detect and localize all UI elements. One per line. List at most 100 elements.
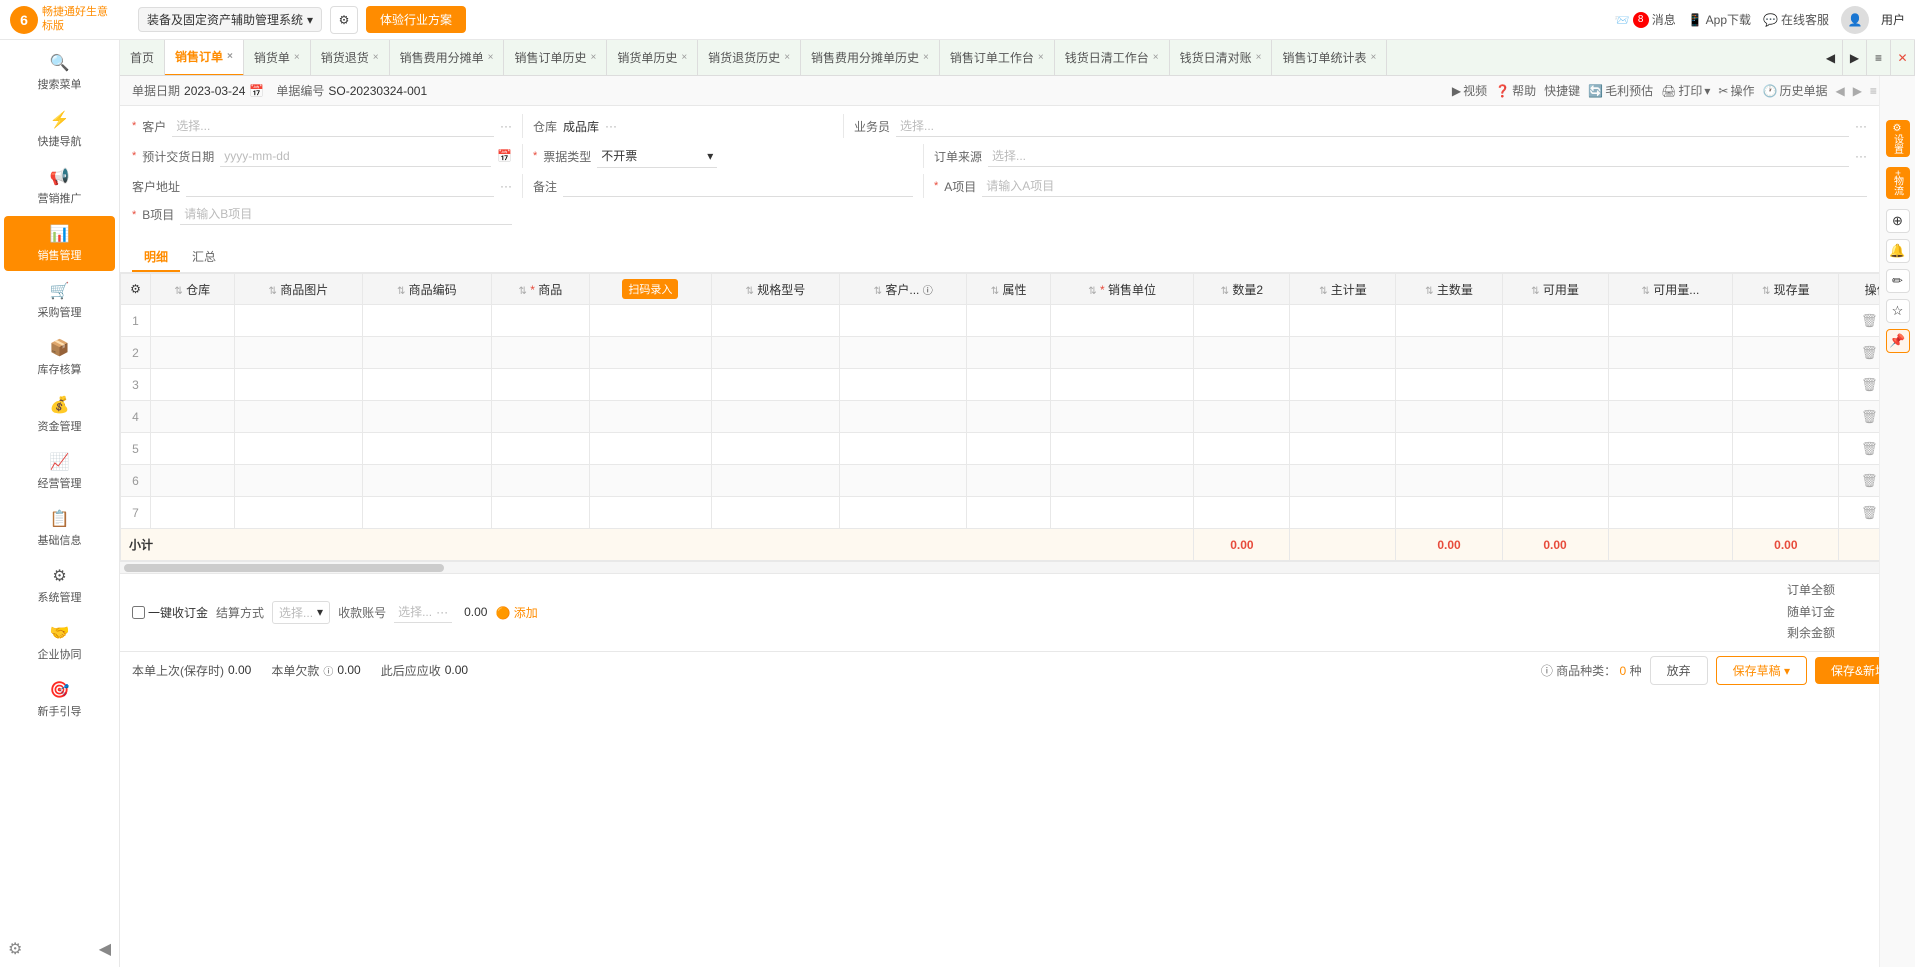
tab-menu-btn[interactable]: ≡ [1867, 40, 1891, 76]
tab-sales-invoice[interactable]: 销货单 × [244, 40, 311, 76]
save-draft-btn[interactable]: 保存草稿 ▾ [1716, 656, 1807, 685]
row-product-code[interactable] [363, 401, 491, 433]
tab-sales-order-history[interactable]: 销售订单历史 × [504, 40, 607, 76]
system-selector[interactable]: 装备及固定资产辅助管理系统 ▾ [138, 7, 322, 32]
row-attribute[interactable] [967, 497, 1051, 529]
discard-btn[interactable]: 放弃 [1650, 656, 1708, 685]
row-product[interactable] [491, 465, 590, 497]
tab-close-icon5[interactable]: × [590, 52, 596, 63]
row-sales-unit[interactable] [1050, 369, 1193, 401]
row-attribute[interactable] [967, 305, 1051, 337]
tab-sales-stats[interactable]: 销售订单统计表 × [1272, 40, 1387, 76]
tab-close-icon2[interactable]: × [294, 52, 300, 63]
row-product[interactable] [491, 369, 590, 401]
row-spec[interactable] [711, 401, 839, 433]
draft-dropdown-icon[interactable]: ▾ [1784, 664, 1790, 678]
customer-more-icon[interactable]: ··· [500, 119, 512, 133]
right-panel-icon4[interactable]: ☆ [1886, 299, 1910, 323]
row-warehouse[interactable] [151, 401, 235, 433]
row-main-qty[interactable] [1396, 401, 1502, 433]
quick-settle-checkbox[interactable]: 一键收订金 [132, 604, 208, 621]
row-main-qty[interactable] [1396, 433, 1502, 465]
delivery-date-input[interactable] [220, 146, 491, 167]
tab-order-workbench[interactable]: 销售订单工作台 × [940, 40, 1055, 76]
row-attribute[interactable] [967, 401, 1051, 433]
tab-return-history[interactable]: 销货退货历史 × [698, 40, 801, 76]
row-attribute[interactable] [967, 369, 1051, 401]
quick-settle-check[interactable] [132, 606, 145, 619]
settle-method-select[interactable]: 选择... ▾ [272, 601, 330, 624]
user-avatar[interactable]: 👤 [1841, 6, 1869, 34]
delete-icon[interactable]: 🗑 [1861, 409, 1878, 425]
row-main-qty[interactable] [1396, 369, 1502, 401]
logistics-btn[interactable]: +物流 [1886, 167, 1910, 199]
row-product-code[interactable] [363, 433, 491, 465]
row-quantity2[interactable] [1194, 465, 1290, 497]
sidebar-item-basics[interactable]: 📋 基础信息 [4, 501, 115, 556]
row-spec[interactable] [711, 465, 839, 497]
address-more-icon[interactable]: ··· [500, 179, 512, 193]
row-sales-unit[interactable] [1050, 401, 1193, 433]
settings-side-btn[interactable]: ⚙设置 [1886, 120, 1910, 157]
row-sales-unit[interactable] [1050, 497, 1193, 529]
tab-close-icon3[interactable]: × [373, 52, 379, 63]
row-sales-unit[interactable] [1050, 305, 1193, 337]
row-customer-field[interactable] [840, 497, 967, 529]
row-warehouse[interactable] [151, 305, 235, 337]
row-main-qty[interactable] [1396, 337, 1502, 369]
order-source-input[interactable] [988, 146, 1849, 167]
row-customer-field[interactable] [840, 337, 967, 369]
row-warehouse[interactable] [151, 497, 235, 529]
right-panel-icon3[interactable]: ✏ [1886, 269, 1910, 293]
scan-btn[interactable]: 扫码录入 [622, 279, 678, 299]
row-quantity2[interactable] [1194, 497, 1290, 529]
tab-summary[interactable]: 汇总 [180, 243, 228, 272]
calendar-icon[interactable]: 📅 [249, 84, 264, 98]
scroll-inner[interactable] [124, 564, 444, 572]
right-panel-icon2[interactable]: 🔔 [1886, 239, 1910, 263]
tab-close-icon11[interactable]: × [1256, 52, 1262, 63]
row-customer-field[interactable] [840, 433, 967, 465]
row-sales-unit[interactable] [1050, 433, 1193, 465]
account-more-icon[interactable]: ··· [436, 605, 448, 619]
tab-sales-expense[interactable]: 销售费用分摊单 × [390, 40, 505, 76]
row-product[interactable] [491, 401, 590, 433]
account-select[interactable]: 选择... ··· [394, 601, 452, 623]
row-quantity2[interactable] [1194, 433, 1290, 465]
row-main-qty[interactable] [1396, 497, 1502, 529]
right-panel-icon1[interactable]: ⊕ [1886, 209, 1910, 233]
sidebar-item-quicknav[interactable]: ⚡ 快捷导航 [4, 102, 115, 157]
row-customer-field[interactable] [840, 369, 967, 401]
row-quantity2[interactable] [1194, 401, 1290, 433]
app-download-btn[interactable]: 📱 App下载 [1688, 11, 1751, 28]
staff-input[interactable] [896, 116, 1849, 137]
delivery-calendar-icon[interactable]: 📅 [497, 149, 512, 163]
row-attribute[interactable] [967, 337, 1051, 369]
sidebar-item-collab[interactable]: 🤝 企业协同 [4, 615, 115, 670]
row-spec[interactable] [711, 497, 839, 529]
delete-icon[interactable]: 🗑 [1861, 505, 1878, 521]
staff-more-icon[interactable]: ··· [1855, 119, 1867, 133]
tab-sales-return[interactable]: 销货退货 × [311, 40, 390, 76]
invoice-type-select[interactable]: 不开票 ▾ [597, 144, 717, 168]
row-customer-field[interactable] [840, 401, 967, 433]
print-action[interactable]: 🖨 打印 ▾ [1661, 82, 1710, 99]
b-project-input[interactable] [180, 204, 512, 225]
online-service-btn[interactable]: 💬 在线客服 [1763, 11, 1829, 28]
warehouse-more-icon[interactable]: ··· [605, 119, 617, 133]
help-action[interactable]: ❓ 帮助 [1495, 82, 1536, 99]
tab-close-icon12[interactable]: × [1370, 52, 1376, 63]
th-settings[interactable]: ⚙ [121, 274, 151, 305]
delete-icon[interactable]: 🗑 [1861, 345, 1878, 361]
delete-icon[interactable]: 🗑 [1861, 473, 1878, 489]
row-product[interactable] [491, 305, 590, 337]
row-attribute[interactable] [967, 433, 1051, 465]
row-product-code[interactable] [363, 305, 491, 337]
sidebar-gear-icon[interactable]: ⚙ [8, 939, 22, 959]
row-main-qty[interactable] [1396, 465, 1502, 497]
row-spec[interactable] [711, 305, 839, 337]
list-view-icon[interactable]: ≡ [1870, 84, 1877, 98]
tab-daily-reconcile[interactable]: 钱货日清对账 × [1170, 40, 1273, 76]
settings-gear-btn[interactable]: ⚙ [330, 6, 358, 34]
row-customer-field[interactable] [840, 465, 967, 497]
